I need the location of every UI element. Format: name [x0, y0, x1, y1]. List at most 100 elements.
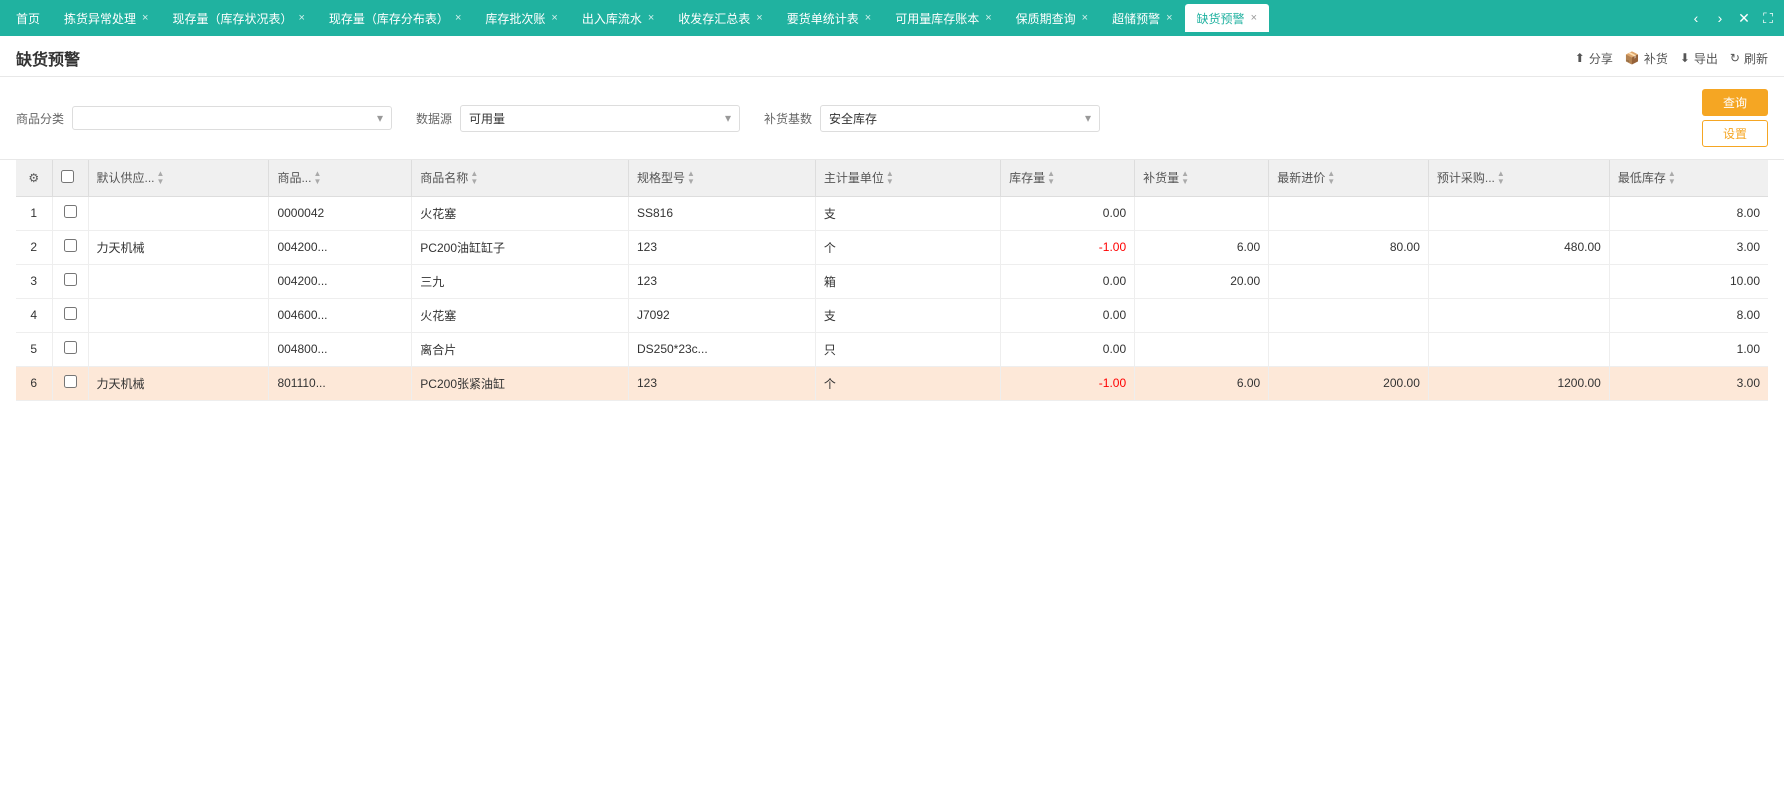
- datasource-label: 数据源: [416, 110, 452, 127]
- col-label: 主计量单位: [824, 169, 884, 186]
- tab-close-icon[interactable]: ×: [1251, 12, 1257, 24]
- tab-close-icon[interactable]: ×: [298, 12, 304, 24]
- row-spec: DS250*23c...: [628, 332, 815, 366]
- datasource-select-value: 可用量: [469, 110, 505, 127]
- settings-col-icon[interactable]: ⚙: [24, 171, 44, 185]
- row-checkbox-cell: [52, 264, 88, 298]
- col-label: 最低库存: [1618, 169, 1666, 186]
- col-label: 默认供应...: [97, 169, 155, 186]
- row-stock: -1.00: [1001, 230, 1135, 264]
- sort-stock[interactable]: 库存量 ▲▼: [1009, 169, 1055, 186]
- replenish-button[interactable]: 📦 补货: [1625, 50, 1668, 67]
- tab-overstock-warning[interactable]: 超储预警 ×: [1100, 4, 1184, 32]
- query-button[interactable]: 查询: [1702, 89, 1768, 116]
- tab-label: 收发存汇总表: [678, 10, 750, 27]
- tab-label: 现存量（库存分布表）: [329, 10, 449, 27]
- sort-arrows-icon: ▲▼: [1181, 170, 1189, 186]
- refresh-button[interactable]: ↻ 刷新: [1730, 50, 1768, 67]
- tab-home[interactable]: 首页: [4, 4, 52, 32]
- sort-unit[interactable]: 主计量单位 ▲▼: [824, 169, 894, 186]
- tab-shortage-warning[interactable]: 缺货预警 ×: [1185, 4, 1269, 32]
- chevron-down-icon: ▾: [725, 111, 731, 125]
- tab-batch-account[interactable]: 库存批次账 ×: [473, 4, 569, 32]
- tab-label: 出入库流水: [582, 10, 642, 27]
- datasource-select[interactable]: 可用量 ▾: [460, 105, 740, 132]
- row-index: 4: [16, 298, 52, 332]
- row-forecast-purchase: [1428, 196, 1609, 230]
- sort-min-stock[interactable]: 最低库存 ▲▼: [1618, 169, 1676, 186]
- replenish-select[interactable]: 安全库存 ▾: [820, 105, 1100, 132]
- replenish-select-value: 安全库存: [829, 110, 877, 127]
- tab-receive-summary[interactable]: 收发存汇总表 ×: [666, 4, 774, 32]
- sort-forecast-purchase[interactable]: 预计采购... ▲▼: [1437, 169, 1505, 186]
- row-checkbox[interactable]: [64, 375, 77, 388]
- tab-close-icon[interactable]: ×: [142, 12, 148, 24]
- sort-replenish[interactable]: 补货量 ▲▼: [1143, 169, 1189, 186]
- select-all-checkbox[interactable]: [61, 170, 74, 183]
- tab-close-icon[interactable]: ×: [648, 12, 654, 24]
- tab-pick-exception[interactable]: 拣货异常处理 ×: [52, 4, 160, 32]
- row-stock: 0.00: [1001, 196, 1135, 230]
- tab-close-icon[interactable]: ×: [985, 12, 991, 24]
- row-replenish: [1135, 332, 1269, 366]
- row-checkbox[interactable]: [64, 341, 77, 354]
- tab-close-icon[interactable]: ×: [1082, 12, 1088, 24]
- sort-arrows-icon: ▲▼: [1327, 170, 1335, 186]
- row-forecast-purchase: 480.00: [1428, 230, 1609, 264]
- sort-product-code[interactable]: 商品... ▲▼: [277, 169, 321, 186]
- row-product-name: 离合片: [412, 332, 629, 366]
- tab-close-icon[interactable]: ×: [455, 12, 461, 24]
- row-latest-price: [1269, 298, 1429, 332]
- table-body: 1 0000042 火花塞 SS816 支 0.00 8.00 2 力天机械 0…: [16, 196, 1768, 400]
- export-button[interactable]: ⬇ 导出: [1680, 50, 1718, 67]
- category-select[interactable]: ▾: [72, 106, 392, 130]
- sort-arrows-icon: ▲▼: [1047, 170, 1055, 186]
- export-label: 导出: [1694, 50, 1718, 67]
- row-supplier: 力天机械: [88, 230, 269, 264]
- tab-available-ledger[interactable]: 可用量库存账本 ×: [883, 4, 1003, 32]
- settings-button[interactable]: 设置: [1702, 120, 1768, 147]
- share-button[interactable]: ⬆ 分享: [1575, 50, 1613, 67]
- tab-demand-stat[interactable]: 要货单统计表 ×: [775, 4, 883, 32]
- tab-next-btn[interactable]: ›: [1708, 6, 1732, 30]
- row-unit: 个: [815, 230, 1000, 264]
- tab-prev-btn[interactable]: ‹: [1684, 6, 1708, 30]
- row-spec: 123: [628, 366, 815, 400]
- col-settings[interactable]: ⚙: [16, 160, 52, 196]
- col-label: 商品名称: [420, 169, 468, 186]
- tab-in-out-flow[interactable]: 出入库流水 ×: [570, 4, 666, 32]
- row-unit: 支: [815, 298, 1000, 332]
- sort-latest-price[interactable]: 最新进价 ▲▼: [1277, 169, 1335, 186]
- tab-label: 拣货异常处理: [64, 10, 136, 27]
- sort-spec[interactable]: 规格型号 ▲▼: [637, 169, 695, 186]
- datasource-filter-group: 数据源 可用量 ▾: [416, 105, 740, 132]
- row-checkbox[interactable]: [64, 307, 77, 320]
- tab-close-all-btn[interactable]: ✕: [1732, 6, 1756, 30]
- tab-expand-btn[interactable]: ⛶: [1756, 6, 1780, 30]
- tab-stock-dist[interactable]: 现存量（库存分布表） ×: [317, 4, 473, 32]
- tab-label: 保质期查询: [1016, 10, 1076, 27]
- tab-close-icon[interactable]: ×: [1166, 12, 1172, 24]
- table-row: 1 0000042 火花塞 SS816 支 0.00 8.00: [16, 196, 1768, 230]
- row-min-stock: 10.00: [1609, 264, 1768, 298]
- row-forecast-purchase: [1428, 264, 1609, 298]
- sort-default-supplier[interactable]: 默认供应... ▲▼: [97, 169, 165, 186]
- row-product-name: 火花塞: [412, 196, 629, 230]
- row-min-stock: 3.00: [1609, 366, 1768, 400]
- sort-product-name[interactable]: 商品名称 ▲▼: [420, 169, 478, 186]
- row-checkbox[interactable]: [64, 205, 77, 218]
- tab-close-icon[interactable]: ×: [551, 12, 557, 24]
- tab-quality-query[interactable]: 保质期查询 ×: [1004, 4, 1100, 32]
- row-checkbox-cell: [52, 196, 88, 230]
- tab-stock-status[interactable]: 现存量（库存状况表） ×: [160, 4, 316, 32]
- row-checkbox[interactable]: [64, 273, 77, 286]
- col-stock: 库存量 ▲▼: [1001, 160, 1135, 196]
- tab-label: 超储预警: [1112, 10, 1160, 27]
- tab-close-icon[interactable]: ×: [865, 12, 871, 24]
- row-min-stock: 8.00: [1609, 298, 1768, 332]
- table-row: 5 004800... 离合片 DS250*23c... 只 0.00 1.00: [16, 332, 1768, 366]
- col-forecast-purchase: 预计采购... ▲▼: [1428, 160, 1609, 196]
- tab-close-icon[interactable]: ×: [756, 12, 762, 24]
- row-checkbox[interactable]: [64, 239, 77, 252]
- row-product-name: PC200油缸缸子: [412, 230, 629, 264]
